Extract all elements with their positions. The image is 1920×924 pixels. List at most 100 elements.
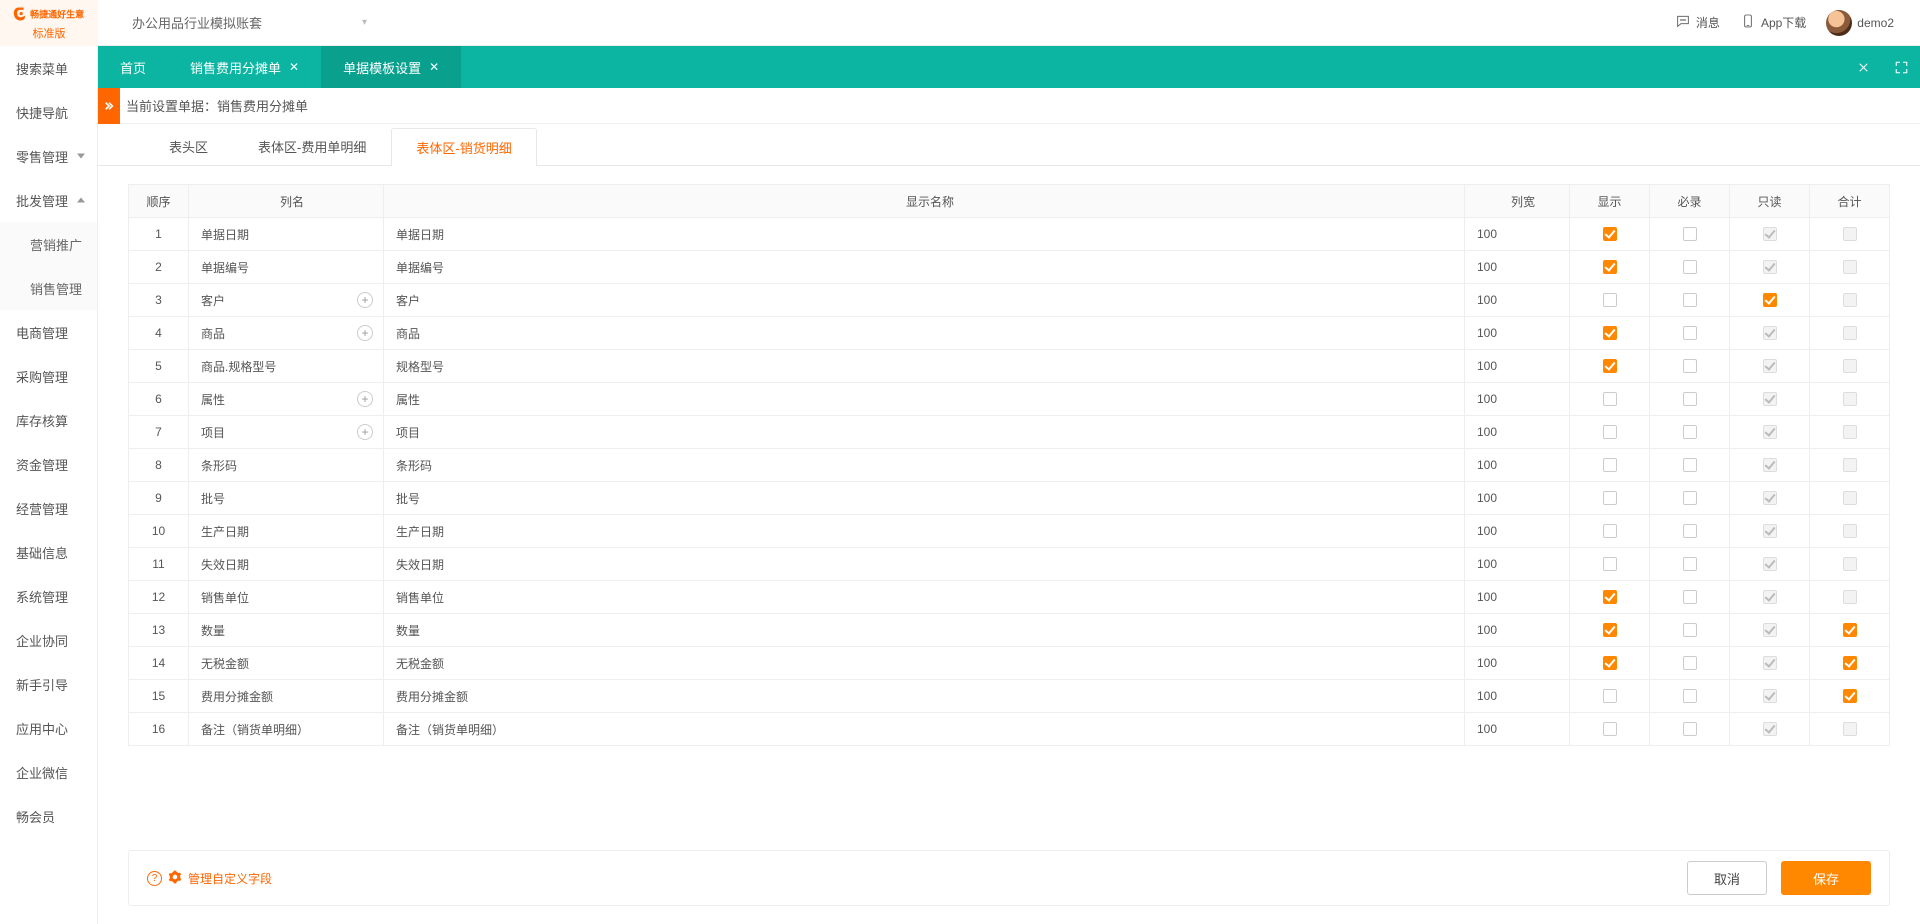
checkbox[interactable] — [1683, 656, 1697, 670]
sidebar-item[interactable]: 搜索菜单 — [0, 46, 97, 90]
sidebar-item[interactable]: 零售管理 — [0, 134, 97, 178]
cancel-button[interactable]: 取消 — [1687, 861, 1767, 895]
inner-tab[interactable]: 表头区 — [144, 127, 233, 165]
checkbox[interactable] — [1603, 359, 1617, 373]
checkbox[interactable] — [1603, 227, 1617, 241]
cell-dispname[interactable]: 费用分摊金额 — [384, 680, 1465, 713]
sidebar-item[interactable]: 资金管理 — [0, 442, 97, 486]
checkbox[interactable] — [1603, 623, 1617, 637]
checkbox[interactable] — [1683, 227, 1697, 241]
sidebar-item[interactable]: 电商管理 — [0, 310, 97, 354]
checkbox[interactable] — [1683, 524, 1697, 538]
cell-width[interactable]: 100 — [1465, 482, 1570, 515]
sidebar-item[interactable]: 新手引导 — [0, 662, 97, 706]
sidebar-item[interactable]: 应用中心 — [0, 706, 97, 750]
app-download-button[interactable]: App下载 — [1740, 13, 1806, 32]
account-selector[interactable]: 办公用品行业模拟账套 ▾ — [132, 13, 367, 32]
save-button[interactable]: 保存 — [1781, 861, 1871, 895]
checkbox[interactable] — [1603, 458, 1617, 472]
checkbox[interactable] — [1603, 557, 1617, 571]
checkbox[interactable] — [1683, 623, 1697, 637]
user-menu[interactable]: demo2 — [1826, 10, 1894, 36]
checkbox[interactable] — [1603, 260, 1617, 274]
cell-dispname[interactable]: 单据日期 — [384, 218, 1465, 251]
expand-icon[interactable]: + — [357, 325, 373, 341]
sidebar-item[interactable]: 系统管理 — [0, 574, 97, 618]
logo[interactable]: 畅捷通好生意 标准版 — [0, 0, 98, 46]
checkbox[interactable] — [1843, 689, 1857, 703]
fullscreen-button[interactable] — [1882, 60, 1920, 75]
checkbox[interactable] — [1603, 722, 1617, 736]
close-all-tabs-button[interactable] — [1844, 60, 1882, 75]
checkbox[interactable] — [1603, 392, 1617, 406]
checkbox[interactable] — [1683, 260, 1697, 274]
checkbox[interactable] — [1683, 392, 1697, 406]
workspace-tab[interactable]: 首页 — [98, 46, 168, 88]
cell-dispname[interactable]: 项目 — [384, 416, 1465, 449]
cell-dispname[interactable]: 规格型号 — [384, 350, 1465, 383]
checkbox[interactable] — [1683, 326, 1697, 340]
cell-dispname[interactable]: 批号 — [384, 482, 1465, 515]
sidebar-subitem[interactable]: 销售管理 — [0, 266, 97, 310]
checkbox[interactable] — [1683, 491, 1697, 505]
sidebar-item[interactable]: 畅会员 — [0, 794, 97, 838]
inner-tab[interactable]: 表体区-费用单明细 — [233, 127, 391, 165]
checkbox[interactable] — [1603, 590, 1617, 604]
checkbox[interactable] — [1843, 656, 1857, 670]
expand-icon[interactable]: + — [357, 391, 373, 407]
checkbox[interactable] — [1843, 623, 1857, 637]
sidebar-item[interactable]: 采购管理 — [0, 354, 97, 398]
checkbox[interactable] — [1683, 557, 1697, 571]
close-icon[interactable]: ✕ — [289, 60, 299, 74]
sidebar-item[interactable]: 库存核算 — [0, 398, 97, 442]
sidebar-subitem[interactable]: 营销推广 — [0, 222, 97, 266]
cell-dispname[interactable]: 失效日期 — [384, 548, 1465, 581]
checkbox[interactable] — [1683, 458, 1697, 472]
checkbox[interactable] — [1683, 590, 1697, 604]
sidebar-item[interactable]: 企业微信 — [0, 750, 97, 794]
cell-dispname[interactable]: 条形码 — [384, 449, 1465, 482]
checkbox[interactable] — [1603, 425, 1617, 439]
cell-width[interactable]: 100 — [1465, 449, 1570, 482]
notice-toggle[interactable] — [98, 88, 120, 124]
sidebar-item[interactable]: 快捷导航 — [0, 90, 97, 134]
sidebar-item[interactable]: 基础信息 — [0, 530, 97, 574]
sidebar-item[interactable]: 企业协同 — [0, 618, 97, 662]
cell-dispname[interactable]: 生产日期 — [384, 515, 1465, 548]
checkbox[interactable] — [1603, 293, 1617, 307]
cell-dispname[interactable]: 单据编号 — [384, 251, 1465, 284]
inner-tab[interactable]: 表体区-销货明细 — [391, 128, 536, 166]
sidebar-item[interactable]: 经营管理 — [0, 486, 97, 530]
cell-dispname[interactable]: 销售单位 — [384, 581, 1465, 614]
cell-width[interactable]: 100 — [1465, 680, 1570, 713]
cell-width[interactable]: 100 — [1465, 350, 1570, 383]
workspace-tab[interactable]: 单据模板设置✕ — [321, 46, 461, 88]
expand-icon[interactable]: + — [357, 424, 373, 440]
cell-width[interactable]: 100 — [1465, 284, 1570, 317]
cell-dispname[interactable]: 属性 — [384, 383, 1465, 416]
cell-width[interactable]: 100 — [1465, 713, 1570, 746]
checkbox[interactable] — [1683, 689, 1697, 703]
checkbox[interactable] — [1603, 326, 1617, 340]
checkbox[interactable] — [1763, 293, 1777, 307]
close-icon[interactable]: ✕ — [429, 60, 439, 74]
checkbox[interactable] — [1683, 359, 1697, 373]
expand-icon[interactable]: + — [357, 292, 373, 308]
cell-width[interactable]: 100 — [1465, 317, 1570, 350]
cell-dispname[interactable]: 客户 — [384, 284, 1465, 317]
cell-width[interactable]: 100 — [1465, 383, 1570, 416]
checkbox[interactable] — [1603, 689, 1617, 703]
cell-width[interactable]: 100 — [1465, 218, 1570, 251]
cell-width[interactable]: 100 — [1465, 614, 1570, 647]
cell-width[interactable]: 100 — [1465, 647, 1570, 680]
checkbox[interactable] — [1603, 524, 1617, 538]
custom-fields-link[interactable]: ? 管理自定义字段 — [147, 870, 272, 887]
checkbox[interactable] — [1603, 656, 1617, 670]
cell-width[interactable]: 100 — [1465, 581, 1570, 614]
cell-dispname[interactable]: 商品 — [384, 317, 1465, 350]
cell-dispname[interactable]: 数量 — [384, 614, 1465, 647]
cell-width[interactable]: 100 — [1465, 416, 1570, 449]
messages-button[interactable]: 消息 — [1675, 13, 1720, 32]
checkbox[interactable] — [1683, 293, 1697, 307]
cell-width[interactable]: 100 — [1465, 548, 1570, 581]
